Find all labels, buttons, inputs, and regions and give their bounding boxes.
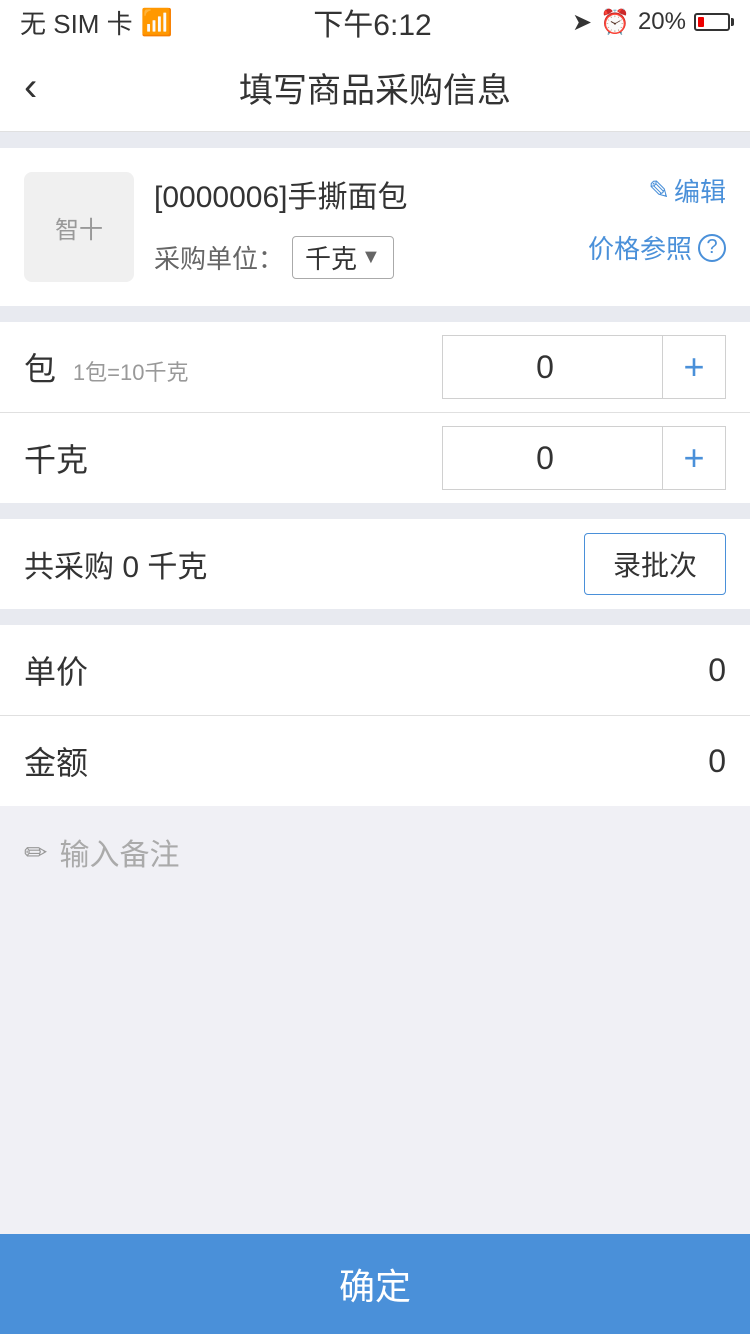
purchase-unit-label: 采购单位： (154, 239, 284, 276)
unit-value: 千克 (305, 239, 357, 276)
edit-label: 编辑 (674, 172, 726, 209)
summary-row: 共采购 0 千克 录批次 (0, 519, 750, 609)
pack-input-control: + (442, 335, 726, 399)
status-right: ➤ ⏰ 20% (572, 8, 730, 37)
amount-label: 金额 (24, 738, 708, 784)
battery-icon (694, 13, 730, 31)
page-title: 填写商品采购信息 (239, 63, 511, 112)
pack-label: 包 1包=10千克 (24, 344, 442, 390)
status-bar: 无 SIM 卡 📶 下午6:12 ➤ ⏰ 20% (0, 0, 750, 44)
price-reference-button[interactable]: 价格参照 ? (588, 229, 726, 266)
confirm-button[interactable]: 确定 (0, 1234, 750, 1334)
product-name: [0000006]手撕面包 (154, 172, 568, 216)
product-actions: ✎ 编辑 价格参照 ? (588, 172, 726, 266)
help-icon: ? (698, 234, 726, 262)
note-placeholder: 输入备注 (59, 830, 179, 874)
product-card: 智十 [0000006]手撕面包 采购单位： 千克 ▼ ✎ 编辑 价格参照 ? (0, 148, 750, 306)
mid-divider-1 (0, 306, 750, 322)
edit-button[interactable]: ✎ 编辑 (648, 172, 726, 209)
thumb-text: 智十 (55, 210, 103, 245)
top-divider (0, 132, 750, 148)
pack-input-row: 包 1包=10千克 + (0, 322, 750, 412)
alarm-icon: ⏰ (600, 8, 630, 37)
pack-plus-button[interactable]: + (662, 335, 726, 399)
unit-price-row: 单价 0 (0, 625, 750, 715)
kg-label: 千克 (24, 435, 442, 481)
nav-bar: ‹ 填写商品采购信息 (0, 44, 750, 132)
unit-price-value: 0 (708, 652, 726, 689)
unit-selector[interactable]: 千克 ▼ (292, 236, 394, 279)
back-button[interactable]: ‹ (24, 65, 37, 110)
note-pencil-icon: ✏ (24, 836, 47, 869)
product-info: [0000006]手撕面包 采购单位： 千克 ▼ (154, 172, 568, 279)
status-left: 无 SIM 卡 📶 (20, 4, 173, 41)
location-icon: ➤ (572, 8, 592, 37)
product-thumbnail: 智十 (24, 172, 134, 282)
kg-quantity-input[interactable] (442, 426, 662, 490)
unit-arrow-icon: ▼ (361, 246, 381, 269)
kg-input-row: 千克 + (0, 413, 750, 503)
mid-divider-2 (0, 503, 750, 519)
summary-text: 共采购 0 千克 (24, 542, 584, 586)
pack-sub: 1包=10千克 (73, 360, 189, 385)
unit-price-label: 单价 (24, 647, 708, 693)
pack-quantity-input[interactable] (442, 335, 662, 399)
amount-row: 金额 0 (0, 716, 750, 806)
kg-input-control: + (442, 426, 726, 490)
note-row[interactable]: ✏ 输入备注 (0, 806, 750, 898)
wifi-icon: 📶 (141, 7, 173, 38)
amount-value: 0 (708, 743, 726, 780)
product-unit-row: 采购单位： 千克 ▼ (154, 236, 568, 279)
edit-icon: ✎ (648, 175, 670, 206)
price-ref-label: 价格参照 (588, 229, 692, 266)
bottom-area (0, 898, 750, 1198)
mid-divider-3 (0, 609, 750, 625)
battery-fill (698, 17, 704, 27)
battery-percent: 20% (638, 8, 686, 36)
kg-plus-button[interactable]: + (662, 426, 726, 490)
sim-label: 无 SIM 卡 (20, 4, 133, 41)
record-batch-button[interactable]: 录批次 (584, 533, 726, 595)
status-time: 下午6:12 (313, 0, 431, 44)
